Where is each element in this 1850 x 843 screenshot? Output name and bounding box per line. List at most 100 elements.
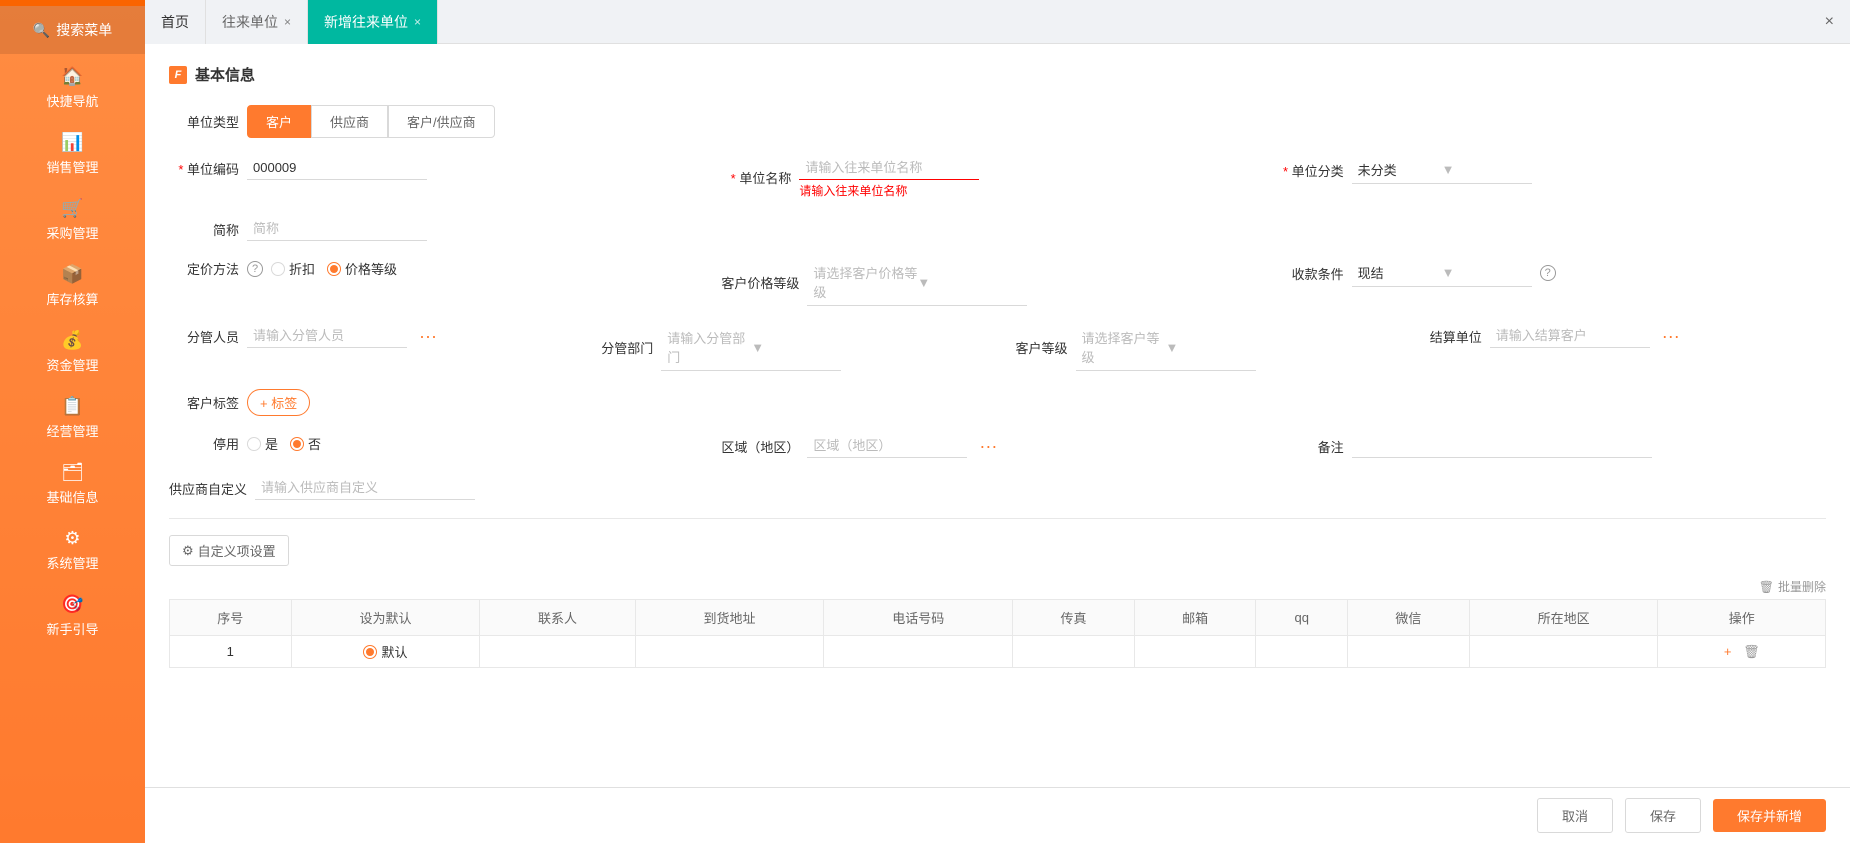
close-new-contact-tab[interactable]: × bbox=[414, 15, 421, 29]
table-header-row: 序号 设为默认 联系人 到货地址 电话号码 传真 邮箱 qq 微信 所在地区 操… bbox=[170, 600, 1826, 636]
col-action: 操作 bbox=[1658, 600, 1826, 636]
supplier-custom-input[interactable] bbox=[255, 476, 475, 500]
sidebar-item-label: 资金管理 bbox=[46, 355, 98, 374]
divider bbox=[169, 518, 1826, 519]
tab-home[interactable]: 首页 bbox=[145, 0, 206, 44]
close-all-tabs[interactable]: × bbox=[1825, 13, 1850, 31]
payment-terms-select[interactable]: 现结 ▼ bbox=[1352, 259, 1532, 287]
row-default-radio[interactable]: 默认 bbox=[363, 642, 407, 661]
radio-discount-label: 折扣 bbox=[289, 259, 315, 278]
type-btn-both[interactable]: 客户/供应商 bbox=[388, 105, 495, 138]
supplier-custom-group: 供应商自定义 bbox=[169, 476, 1826, 500]
radio-price-level[interactable]: 价格等级 bbox=[327, 259, 397, 278]
customer-level-select[interactable]: 请选择客户等级 ▼ bbox=[1076, 324, 1256, 371]
supplier-custom-label: 供应商自定义 bbox=[169, 479, 247, 498]
department-label: 分管部门 bbox=[583, 338, 653, 357]
box-icon: 📦 bbox=[61, 264, 83, 285]
manager-label: 分管人员 bbox=[169, 327, 239, 346]
sidebar-item-operations[interactable]: 📋 经营管理 bbox=[0, 384, 145, 450]
unit-code-label: 单位编码 bbox=[169, 159, 239, 178]
unit-code-group: 单位编码 bbox=[169, 156, 721, 180]
custom-settings-btn[interactable]: ⚙ 自定义项设置 bbox=[169, 535, 289, 566]
close-contacts-tab[interactable]: × bbox=[284, 15, 291, 29]
search-icon: 🔍 bbox=[33, 22, 50, 39]
cancel-button[interactable]: 取消 bbox=[1537, 798, 1613, 833]
unit-category-chevron: ▼ bbox=[1442, 162, 1526, 177]
disable-radio-group: 是 否 bbox=[247, 434, 321, 453]
disable-group: 停用 是 否 bbox=[169, 434, 721, 453]
section-header: F 基本信息 bbox=[169, 64, 1826, 85]
radio-price-level-label: 价格等级 bbox=[345, 259, 397, 278]
sidebar-item-purchase[interactable]: 🛒 采购管理 bbox=[0, 186, 145, 252]
region-more-btn[interactable]: ··· bbox=[975, 437, 1001, 455]
radio-no-label: 否 bbox=[308, 434, 321, 453]
customer-price-label: 客户价格等级 bbox=[721, 273, 799, 292]
customer-level-placeholder: 请选择客户等级 bbox=[1082, 328, 1166, 366]
row-add-btn[interactable]: + bbox=[1724, 644, 1732, 659]
type-btn-supplier[interactable]: 供应商 bbox=[311, 105, 388, 138]
sidebar-item-basic-info[interactable]: 🗂 基础信息 bbox=[0, 450, 145, 516]
customer-price-select[interactable]: 请选择客户价格等级 ▼ bbox=[807, 259, 1027, 306]
manager-group: 分管人员 ··· bbox=[169, 324, 583, 348]
sidebar-item-sales[interactable]: 📊 销售管理 bbox=[0, 120, 145, 186]
payment-terms-label: 收款条件 bbox=[1274, 264, 1344, 283]
unit-name-input-wrapper: 请输入往来单位名称 bbox=[799, 156, 979, 199]
sidebar-item-inventory[interactable]: 📦 库存核算 bbox=[0, 252, 145, 318]
unit-category-label: 单位分类 bbox=[1274, 161, 1344, 180]
row-phone bbox=[824, 636, 1013, 668]
unit-category-select[interactable]: 未分类 ▼ bbox=[1352, 156, 1532, 184]
section-title: 基本信息 bbox=[195, 64, 255, 85]
radio-yes[interactable]: 是 bbox=[247, 434, 278, 453]
tab-new-contact[interactable]: 新增往来单位 × bbox=[308, 0, 438, 44]
department-placeholder: 请输入分管部门 bbox=[667, 328, 751, 366]
tab-bar: 首页 往来单位 × 新增往来单位 × × bbox=[145, 0, 1850, 44]
type-btn-customer[interactable]: 客户 bbox=[247, 105, 311, 138]
settlement-input[interactable] bbox=[1490, 324, 1650, 348]
row-default: 默认 bbox=[291, 636, 480, 668]
radio-yes-label: 是 bbox=[265, 434, 278, 453]
manager-more-btn[interactable]: ··· bbox=[415, 327, 441, 345]
col-wechat: 微信 bbox=[1348, 600, 1470, 636]
sidebar-item-guide[interactable]: 🎯 新手引导 bbox=[0, 582, 145, 648]
pricing-help-icon[interactable]: ? bbox=[247, 261, 263, 277]
sidebar-item-quick-nav[interactable]: 🏠 快捷导航 bbox=[0, 54, 145, 120]
tab-contacts[interactable]: 往来单位 × bbox=[206, 0, 308, 44]
row-no: 1 bbox=[170, 636, 292, 668]
search-menu-item[interactable]: 🔍 搜索菜单 bbox=[0, 6, 145, 54]
unit-name-group: 单位名称 请输入往来单位名称 bbox=[721, 156, 1273, 199]
sidebar-item-system[interactable]: ⚙ 系统管理 bbox=[0, 516, 145, 582]
radio-discount[interactable]: 折扣 bbox=[271, 259, 315, 278]
manager-input[interactable] bbox=[247, 324, 407, 348]
remark-input[interactable] bbox=[1352, 434, 1652, 458]
save-button[interactable]: 保存 bbox=[1625, 798, 1701, 833]
region-input[interactable] bbox=[807, 434, 967, 458]
batch-delete-icon: 🗑 bbox=[1759, 580, 1774, 594]
row-address bbox=[635, 636, 824, 668]
payment-help-icon[interactable]: ? bbox=[1540, 265, 1556, 281]
short-name-input[interactable] bbox=[247, 217, 427, 241]
payment-terms-value: 现结 bbox=[1358, 263, 1442, 282]
sidebar-item-label: 快捷导航 bbox=[46, 91, 98, 110]
unit-name-input[interactable] bbox=[799, 156, 979, 180]
short-name-group: 简称 bbox=[169, 217, 1826, 241]
sidebar-item-label: 新手引导 bbox=[46, 619, 98, 638]
department-select[interactable]: 请输入分管部门 ▼ bbox=[661, 324, 841, 371]
payment-terms-chevron: ▼ bbox=[1442, 265, 1526, 280]
settlement-label: 结算单位 bbox=[1412, 327, 1482, 346]
money-icon: 💰 bbox=[61, 330, 83, 351]
row-region bbox=[1469, 636, 1658, 668]
batch-delete-btn[interactable]: 🗑 批量删除 bbox=[1759, 578, 1826, 595]
region-label: 区域（地区） bbox=[721, 437, 799, 456]
settlement-more-btn[interactable]: ··· bbox=[1658, 327, 1684, 345]
radio-no[interactable]: 否 bbox=[290, 434, 321, 453]
col-default: 设为默认 bbox=[291, 600, 480, 636]
row-delete-btn[interactable]: 🗑 bbox=[1743, 644, 1760, 659]
unit-code-input[interactable] bbox=[247, 156, 427, 180]
col-fax: 传真 bbox=[1013, 600, 1135, 636]
add-tag-btn[interactable]: + 标签 bbox=[247, 389, 310, 416]
sidebar-item-label: 库存核算 bbox=[46, 289, 98, 308]
sidebar-item-finance[interactable]: 💰 资金管理 bbox=[0, 318, 145, 384]
home-icon: 🏠 bbox=[61, 66, 83, 87]
sidebar-item-label: 系统管理 bbox=[46, 553, 98, 572]
save-new-button[interactable]: 保存并新增 bbox=[1713, 799, 1826, 832]
